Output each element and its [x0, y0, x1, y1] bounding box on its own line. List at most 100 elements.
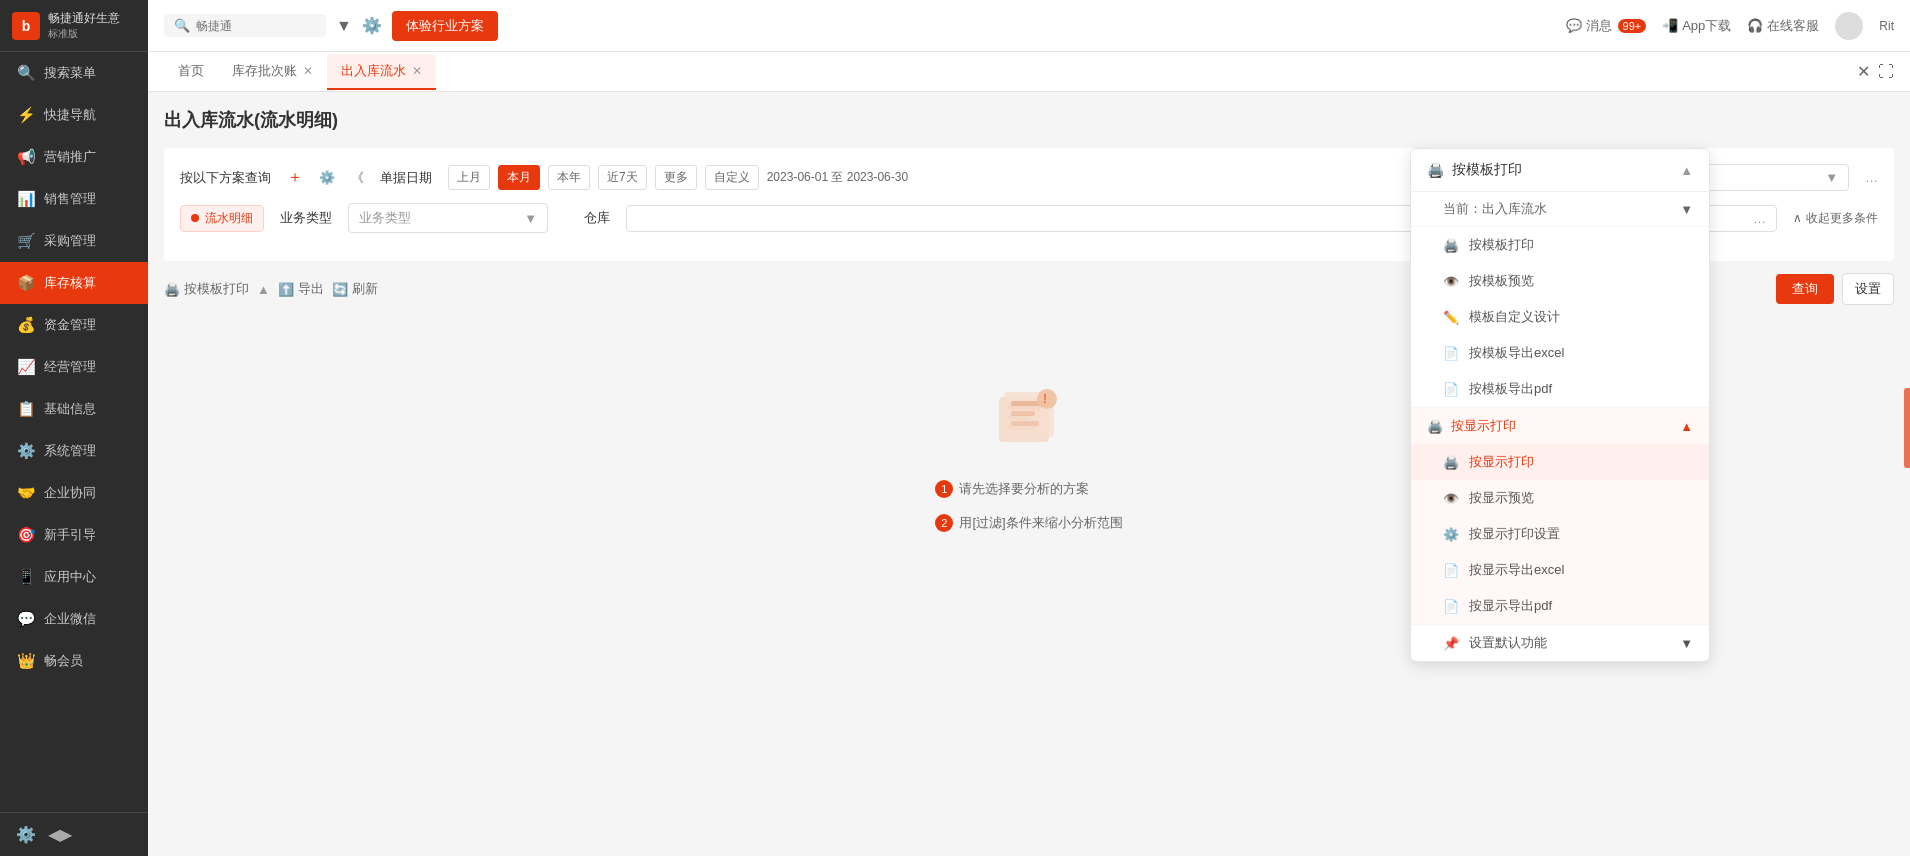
- display-preview-icon: 👁️: [1443, 490, 1459, 506]
- dropdown-footer-settings[interactable]: 📌 设置默认功能 ▼: [1411, 625, 1709, 661]
- dropdown-item-display-pdf[interactable]: 📄 按显示导出pdf: [1411, 588, 1709, 624]
- operations-icon: 📈: [16, 357, 36, 377]
- template-design-icon: ✏️: [1443, 309, 1459, 325]
- refresh-icon: 🔄: [332, 282, 348, 297]
- topbar-actions: 💬 消息 99+ 📲 App下载 🎧 在线客服 Rit: [1566, 12, 1894, 40]
- filter-tag-dot: [191, 214, 199, 222]
- bottom-collapse-icon[interactable]: ◀▶: [48, 825, 72, 844]
- sidebar-item-inventory[interactable]: 📦 库存核算: [0, 262, 148, 304]
- dropdown-header: 🖨️ 按模板打印 ▲: [1411, 149, 1709, 192]
- app-download-button[interactable]: 📲 App下载: [1662, 17, 1731, 35]
- sidebar-item-wechat[interactable]: 💬 企业微信: [0, 598, 148, 640]
- trial-button[interactable]: 体验行业方案: [392, 11, 498, 41]
- user-name: Rit: [1879, 19, 1894, 33]
- dropdown-item-template-print[interactable]: 🖨️ 按模板打印: [1411, 227, 1709, 263]
- page-content: 出入库流水(流水明细) 按以下方案查询 ＋ ⚙️ 《 单据日期 上月 本月 本年…: [148, 92, 1910, 856]
- dropdown-close-chevron[interactable]: ▲: [1680, 163, 1693, 178]
- refresh-button[interactable]: 🔄 刷新: [332, 280, 378, 298]
- tab-close-all-icon[interactable]: ✕: [1857, 62, 1870, 81]
- print-template-button[interactable]: 🖨️ 按模板打印: [164, 280, 249, 298]
- sidebar-item-vip[interactable]: 👑 畅会员: [0, 640, 148, 682]
- dropdown-title: 🖨️ 按模板打印: [1427, 161, 1522, 179]
- sidebar-item-finance[interactable]: 💰 资金管理: [0, 304, 148, 346]
- filter-add-button[interactable]: ＋: [287, 167, 303, 188]
- collapse-more-button[interactable]: ∧ 收起更多条件: [1793, 210, 1878, 227]
- filter-settings-icon[interactable]: ⚙️: [319, 170, 335, 185]
- sales-icon: 📊: [16, 189, 36, 209]
- system-icon: ⚙️: [16, 441, 36, 461]
- sidebar-item-basics[interactable]: 📋 基础信息: [0, 388, 148, 430]
- sidebar-item-operations[interactable]: 📈 经营管理: [0, 346, 148, 388]
- sidebar-item-appstore[interactable]: 📱 应用中心: [0, 556, 148, 598]
- receipt-type-more-icon[interactable]: …: [1865, 170, 1878, 185]
- bottom-settings-icon[interactable]: ⚙️: [16, 825, 36, 844]
- date-btn-more[interactable]: 更多: [655, 165, 697, 190]
- collab-icon: 🤝: [16, 483, 36, 503]
- dropdown-print-icon: 🖨️: [1427, 162, 1444, 178]
- sidebar-item-search[interactable]: 🔍 搜索菜单: [0, 52, 148, 94]
- date-btn-this-month[interactable]: 本月: [498, 165, 540, 190]
- dropdown-item-template-design[interactable]: ✏️ 模板自定义设计: [1411, 299, 1709, 335]
- sidebar-item-sales[interactable]: 📊 销售管理: [0, 178, 148, 220]
- date-btn-custom[interactable]: 自定义: [705, 165, 759, 190]
- settings-button[interactable]: 设置: [1842, 273, 1894, 305]
- filter-tag-flow-detail[interactable]: 流水明细: [180, 205, 264, 232]
- guide-icon: 🎯: [16, 525, 36, 545]
- logo-text: 畅捷通好生意 标准版: [48, 10, 120, 41]
- template-excel-icon: 📄: [1443, 345, 1459, 361]
- sidebar-nav: 🔍 搜索菜单 ⚡ 快捷导航 📢 营销推广 📊 销售管理 🛒 采购管理 📦 库存核…: [0, 52, 148, 812]
- dropdown-display-section-header[interactable]: 🖨️ 按显示打印 ▲: [1411, 408, 1709, 444]
- filter-section-label: 按以下方案查询: [180, 169, 271, 187]
- date-btn-this-year[interactable]: 本年: [548, 165, 590, 190]
- search-icon: 🔍: [16, 63, 36, 83]
- export-button[interactable]: ⬆️ 导出: [278, 280, 324, 298]
- dropdown-item-display-preview[interactable]: 👁️ 按显示预览: [1411, 480, 1709, 516]
- sidebar-item-purchase[interactable]: 🛒 采购管理: [0, 220, 148, 262]
- tab-warehouse-flow[interactable]: 出入库流水 ✕: [327, 54, 436, 90]
- export-icon: ⬆️: [278, 282, 294, 297]
- sidebar-item-collab[interactable]: 🤝 企业协同: [0, 472, 148, 514]
- tab-warehouse-flow-close[interactable]: ✕: [412, 64, 422, 78]
- topbar-search-box[interactable]: 🔍: [164, 14, 326, 37]
- date-btn-last-month[interactable]: 上月: [448, 165, 490, 190]
- tab-inventory-batch-close[interactable]: ✕: [303, 64, 313, 78]
- template-print-icon: 🖨️: [1443, 237, 1459, 253]
- dropdown-item-display-print[interactable]: 🖨️ 按显示打印: [1411, 444, 1709, 480]
- topbar-gear-icon[interactable]: ⚙️: [362, 16, 382, 35]
- sidebar-item-quicknav[interactable]: ⚡ 快捷导航: [0, 94, 148, 136]
- dropdown-item-display-settings[interactable]: ⚙️ 按显示打印设置: [1411, 516, 1709, 552]
- date-btn-7days[interactable]: 近7天: [598, 165, 647, 190]
- topbar-settings-icon[interactable]: ▼: [336, 17, 352, 35]
- sidebar-item-system[interactable]: ⚙️ 系统管理: [0, 430, 148, 472]
- template-preview-icon: 👁️: [1443, 273, 1459, 289]
- dropdown-item-template-preview[interactable]: 👁️ 按模板预览: [1411, 263, 1709, 299]
- template-pdf-icon: 📄: [1443, 381, 1459, 397]
- tab-inventory-batch[interactable]: 库存批次账 ✕: [218, 54, 327, 90]
- finance-icon: 💰: [16, 315, 36, 335]
- online-service-button[interactable]: 🎧 在线客服: [1747, 17, 1819, 35]
- display-settings-icon: ⚙️: [1443, 526, 1459, 542]
- biz-type-select[interactable]: 业务类型 ▼: [348, 203, 548, 233]
- sidebar-item-guide[interactable]: 🎯 新手引导: [0, 514, 148, 556]
- dropdown-current-item[interactable]: 当前：出入库流水 ▼: [1411, 192, 1709, 226]
- warehouse-more-icon[interactable]: …: [1753, 211, 1766, 226]
- page-title: 出入库流水(流水明细): [164, 108, 1894, 132]
- app-download-icon: 📲: [1662, 18, 1678, 33]
- dropdown-item-display-excel[interactable]: 📄 按显示导出excel: [1411, 552, 1709, 588]
- sidebar-item-marketing[interactable]: 📢 营销推广: [0, 136, 148, 178]
- sidebar-logo: b 畅捷通好生意 标准版: [0, 0, 148, 52]
- tab-home[interactable]: 首页: [164, 54, 218, 90]
- dropdown-item-template-pdf[interactable]: 📄 按模板导出pdf: [1411, 371, 1709, 407]
- print-up-icon: ▲: [257, 282, 270, 297]
- purchase-icon: 🛒: [16, 231, 36, 251]
- message-button[interactable]: 💬 消息 99+: [1566, 17, 1647, 35]
- query-button[interactable]: 查询: [1776, 274, 1834, 304]
- topbar-search-input[interactable]: [196, 19, 316, 33]
- empty-step-1: 1 请先选择要分析的方案: [935, 476, 1122, 502]
- dropdown-item-template-excel[interactable]: 📄 按模板导出excel: [1411, 335, 1709, 371]
- filter-collapse-icon[interactable]: 《: [351, 169, 364, 187]
- svg-text:!: !: [1043, 392, 1047, 406]
- date-range-display: 2023-06-01 至 2023-06-30: [767, 169, 908, 186]
- user-avatar[interactable]: [1835, 12, 1863, 40]
- tab-expand-icon[interactable]: ⛶: [1878, 63, 1894, 81]
